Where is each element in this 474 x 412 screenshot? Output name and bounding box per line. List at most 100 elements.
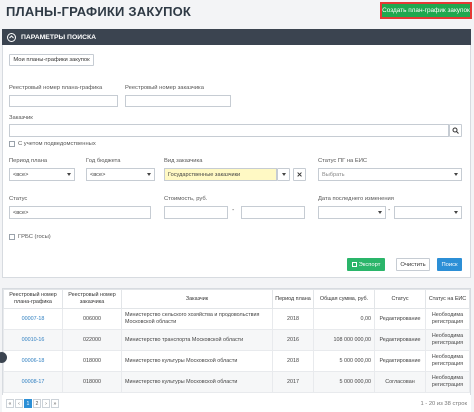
- status-select[interactable]: <все>: [9, 206, 151, 219]
- reg-number-input[interactable]: [9, 95, 118, 107]
- grbs-checkbox[interactable]: [9, 234, 15, 240]
- customer-reg-number-input[interactable]: [125, 95, 231, 107]
- column-header[interactable]: Статус: [374, 289, 426, 309]
- customer-cell: Министерство сельского хозяйства и продо…: [121, 308, 273, 330]
- period-cell: 2018: [272, 308, 314, 330]
- status-value: <все>: [13, 209, 29, 216]
- status-label: Статус: [9, 196, 28, 202]
- date-to-input[interactable]: [394, 206, 462, 219]
- cost-to-input[interactable]: [241, 206, 305, 219]
- period-value: <все>: [13, 171, 29, 178]
- plan-number-link[interactable]: 00006-18: [22, 358, 45, 364]
- my-plans-button[interactable]: Мои планы-графики закупок: [9, 54, 94, 66]
- date-from-input[interactable]: [318, 206, 386, 219]
- period-cell: 2018: [272, 350, 314, 372]
- table-row[interactable]: 00008-17 018000 Министерство культуры Мо…: [3, 371, 470, 393]
- customer-type-select[interactable]: Государственные заказчики: [164, 168, 277, 181]
- first-page-button[interactable]: «: [6, 399, 14, 408]
- plan-number-cell[interactable]: 00008-17: [3, 371, 63, 393]
- table-row[interactable]: 00010-16 022000 Министерство транспорта …: [3, 329, 470, 351]
- status-cell: Редактирование: [374, 329, 426, 351]
- period-label: Период плана: [9, 158, 48, 164]
- column-header[interactable]: Реестровый номер плана-графика: [3, 289, 63, 309]
- plan-number-cell[interactable]: 00006-18: [3, 350, 63, 372]
- export-button-label: Экспорт: [358, 261, 381, 268]
- budget-year-label: Год бюджета: [86, 158, 121, 164]
- table-row[interactable]: 00007-18 006000 Министерство сельского х…: [3, 308, 470, 330]
- period-select[interactable]: <все>: [9, 168, 75, 181]
- chevron-down-icon: [378, 210, 382, 214]
- budget-year-select[interactable]: <все>: [86, 168, 155, 181]
- customer-cell: Министерство культуры Московской области: [121, 350, 273, 372]
- period-cell: 2016: [272, 329, 314, 351]
- pager-summary: 1 - 20 из 38 строк: [420, 400, 467, 407]
- grbs-label: ГРБС (госы): [18, 234, 51, 240]
- chevron-down-icon: [454, 172, 458, 176]
- customer-number-cell: 006000: [62, 308, 122, 330]
- plan-number-link[interactable]: 00008-17: [22, 379, 45, 385]
- customer-input[interactable]: [9, 124, 449, 137]
- eis-status-select[interactable]: Выбрать: [318, 168, 462, 181]
- search-icon[interactable]: [449, 124, 462, 137]
- clear-button[interactable]: Очистить: [396, 258, 430, 271]
- pagination: « ‹ 1 2 › » 1 - 20 из 38 строк: [2, 395, 471, 412]
- chevron-up-icon[interactable]: [7, 32, 16, 42]
- create-plan-button[interactable]: Создать план-график закупок: [380, 2, 472, 19]
- eis-status-placeholder: Выбрать: [322, 171, 345, 178]
- eis-status-cell: Необходима регистрация: [425, 371, 470, 393]
- prev-page-button[interactable]: ‹: [15, 399, 23, 408]
- customer-number-cell: 022000: [62, 329, 122, 351]
- customer-cell: Министерство транспорта Московской облас…: [121, 329, 273, 351]
- cost-range-dash: -: [232, 207, 235, 214]
- search-button[interactable]: Поиск: [437, 258, 462, 271]
- amount-cell: 0,00: [313, 308, 375, 330]
- search-panel-header[interactable]: ПАРАМЕТРЫ ПОИСКА: [2, 29, 471, 45]
- subordinate-checkbox[interactable]: [9, 141, 15, 147]
- customer-type-value: Государственные заказчики: [168, 171, 241, 178]
- period-cell: 2017: [272, 371, 314, 393]
- customer-number-cell: 018000: [62, 350, 122, 372]
- amount-cell: 108 000 000,00: [313, 329, 375, 351]
- plan-number-link[interactable]: 00010-16: [22, 337, 45, 343]
- column-header[interactable]: Реестровый номер заказчика: [62, 289, 122, 309]
- search-panel-title: ПАРАМЕТРЫ ПОИСКА: [21, 33, 97, 41]
- amount-cell: 5 000 000,00: [313, 350, 375, 372]
- export-button[interactable]: Экспорт: [347, 258, 385, 271]
- search-panel: [2, 29, 471, 278]
- customer-type-label: Вид заказчика: [164, 158, 203, 164]
- cost-from-input[interactable]: [164, 206, 228, 219]
- column-header[interactable]: Заказчик: [121, 289, 273, 309]
- plan-number-cell[interactable]: 00010-16: [3, 329, 63, 351]
- reg-number-label: Реестровый номер плана-графика: [9, 85, 103, 91]
- export-icon: [351, 262, 357, 267]
- plan-number-link[interactable]: 00007-18: [22, 316, 45, 322]
- status-cell: Согласован: [374, 371, 426, 393]
- next-page-button[interactable]: ›: [42, 399, 50, 408]
- page-1-button[interactable]: 1: [24, 399, 32, 408]
- table-header-row: Реестровый номер плана-графика Реестровы…: [3, 289, 470, 309]
- column-header[interactable]: Период плана: [272, 289, 314, 309]
- results-table: Реестровый номер плана-графика Реестровы…: [2, 288, 471, 412]
- chevron-down-icon: [67, 172, 71, 176]
- chevron-down-icon[interactable]: [277, 168, 290, 181]
- customer-label: Заказчик: [9, 115, 33, 121]
- last-change-label: Дата последнего изменения: [318, 196, 394, 202]
- column-header[interactable]: Статус на ЕИС: [425, 289, 470, 309]
- amount-cell: 5 000 000,00: [313, 371, 375, 393]
- page-2-button[interactable]: 2: [33, 399, 41, 408]
- customer-reg-number-label: Реестровый номер заказчика: [125, 85, 204, 91]
- status-cell: Редактирование: [374, 350, 426, 372]
- table-row[interactable]: 00006-18 018000 Министерство культуры Мо…: [3, 350, 470, 372]
- budget-year-value: <все>: [90, 171, 106, 178]
- plan-number-cell[interactable]: 00007-18: [3, 308, 63, 330]
- eis-status-label: Статус ПГ на ЕИС: [318, 158, 368, 164]
- customer-number-cell: 018000: [62, 371, 122, 393]
- date-range-dash: -: [388, 207, 391, 214]
- last-page-button[interactable]: »: [51, 399, 59, 408]
- chevron-down-icon: [147, 172, 151, 176]
- eis-status-cell: Необходима регистрация: [425, 329, 470, 351]
- column-header[interactable]: Общая сумма, руб.: [313, 289, 375, 309]
- clear-icon[interactable]: ✕: [293, 168, 306, 181]
- page-title: ПЛАНЫ-ГРАФИКИ ЗАКУПОК: [6, 4, 192, 19]
- status-cell: Редактирование: [374, 308, 426, 330]
